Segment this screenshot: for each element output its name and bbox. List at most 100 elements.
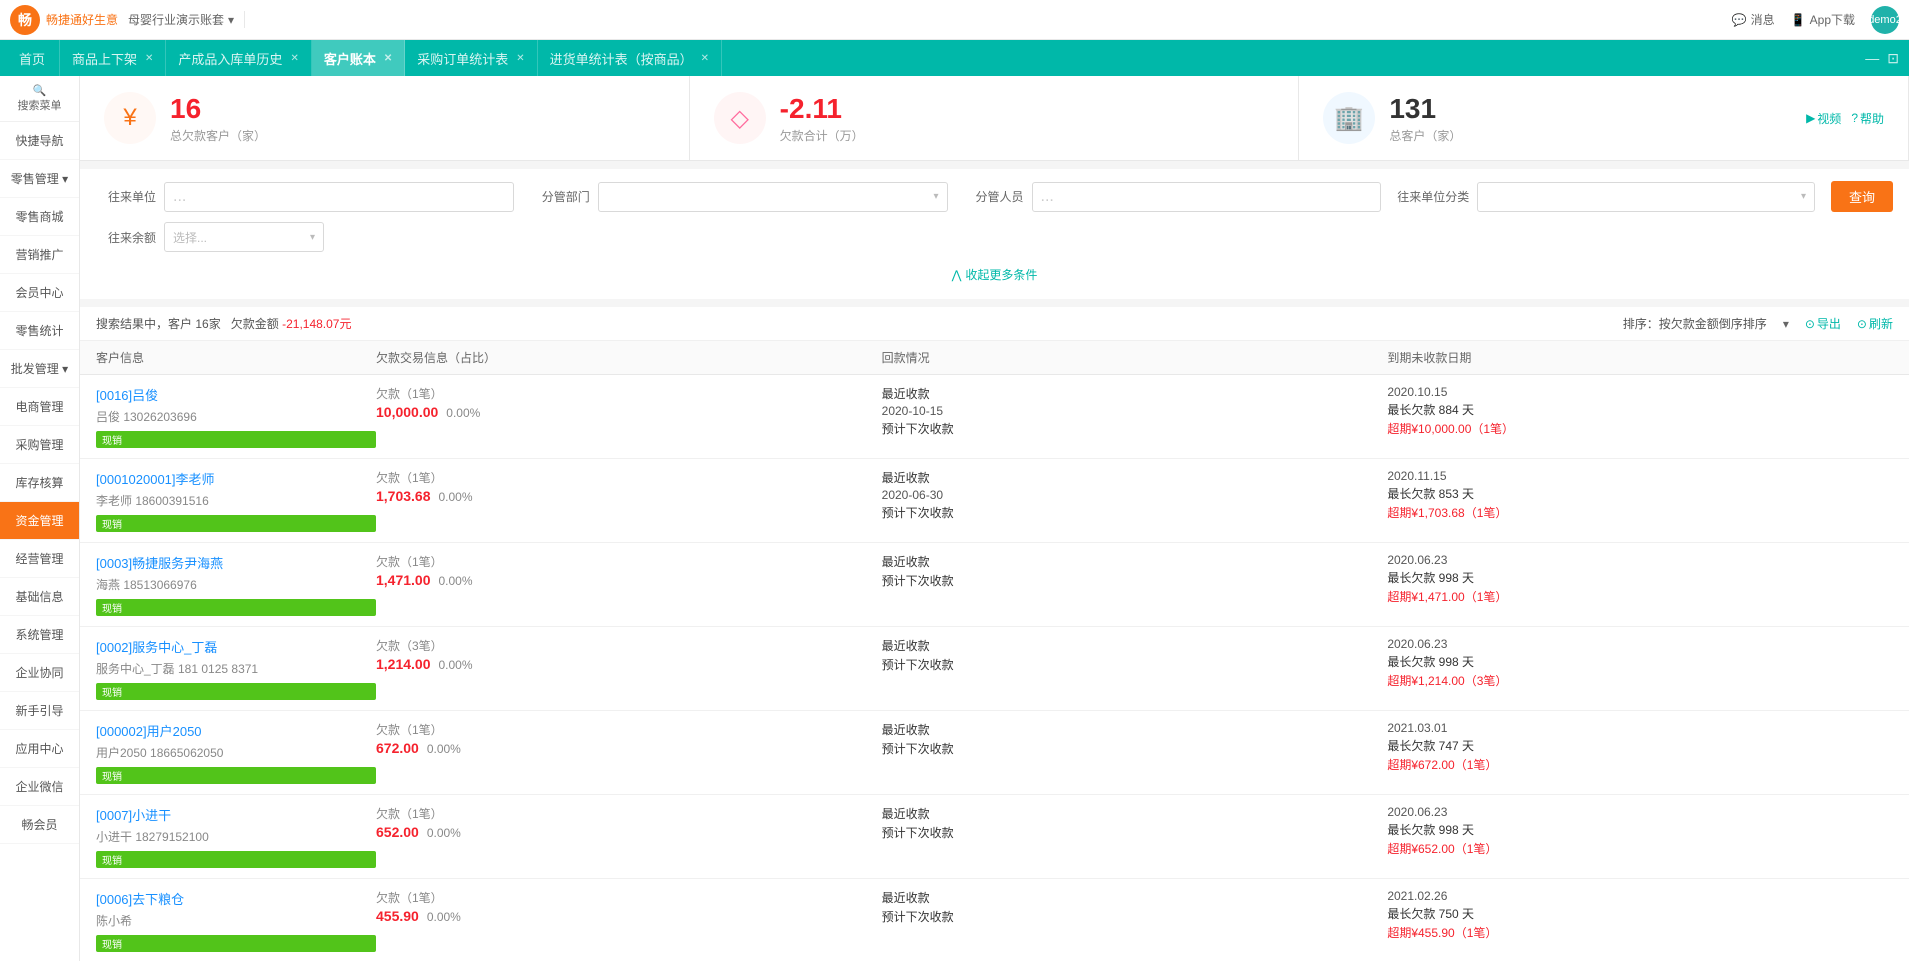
tab-produce-close-icon[interactable]: ✕ [290, 53, 298, 64]
due-cell-6: 2021.02.26 最长欠款 750 天 超期¥455.90（1笔） [1387, 889, 1893, 941]
sidebar-item-member[interactable]: 会员中心 [0, 274, 79, 312]
overdue-customers-label: 总欠款客户（家） [170, 127, 266, 144]
debt-amount-row-2: 1,471.00 0.00% [376, 572, 882, 588]
overdue-amount-4[interactable]: 超期¥672.00（1笔） [1387, 756, 1893, 773]
sidebar-item-retail-mgmt[interactable]: 零售管理 ▾ [0, 160, 79, 198]
overdue-amount-0[interactable]: 超期¥10,000.00（1笔） [1387, 420, 1893, 437]
customer-id-1[interactable]: [0001020001]李老师 [96, 469, 376, 488]
person-input[interactable]: ... [1032, 182, 1382, 212]
tab-home[interactable]: 首页 [5, 40, 60, 76]
logo-text: 畅 [18, 10, 32, 30]
next-label-3: 预计下次收款 [882, 656, 1388, 673]
customer-id-6[interactable]: [0006]去下粮仓 [96, 889, 376, 908]
tab-customer[interactable]: 客户账本 ✕ [312, 40, 405, 76]
customer-id-2[interactable]: [0003]畅捷服务尹海燕 [96, 553, 376, 572]
customer-id-4[interactable]: [000002]用户2050 [96, 721, 376, 740]
tab-customer-close-icon[interactable]: ✕ [384, 53, 392, 64]
customer-id-3[interactable]: [0002]服务中心_丁磊 [96, 637, 376, 656]
customer-cell-2: [0003]畅捷服务尹海燕 海燕 18513066976 现销 [96, 553, 376, 616]
customer-id-5[interactable]: [0007]小进干 [96, 805, 376, 824]
tab-customer-label: 客户账本 [324, 49, 376, 68]
overdue-amount-2[interactable]: 超期¥1,471.00（1笔） [1387, 588, 1893, 605]
sort-label: 排序：按欠款金额倒序排序 [1623, 315, 1767, 332]
tab-inbound-close-icon[interactable]: ✕ [701, 53, 709, 64]
sidebar-item-quick-nav[interactable]: 快捷导航 [0, 122, 79, 160]
remaining-input[interactable]: 选择... ▾ [164, 222, 324, 252]
search-button[interactable]: 查询 [1831, 181, 1893, 212]
unit-class-input[interactable]: ▾ [1477, 182, 1815, 212]
sidebar-item-basic-info[interactable]: 基础信息 [0, 578, 79, 616]
recent-label-5: 最近收款 [882, 805, 1388, 822]
sidebar-item-purchase[interactable]: 采购管理 [0, 426, 79, 464]
tab-produce[interactable]: 产成品入库单历史 ✕ [166, 40, 311, 76]
system-label: 系统管理 [15, 628, 63, 642]
sidebar-item-batch-mgmt[interactable]: 批发管理 ▾ [0, 350, 79, 388]
sidebar-item-capital[interactable]: 资金管理 [0, 502, 79, 540]
sidebar-item-wecom[interactable]: 企业微信 [0, 768, 79, 806]
overdue-amount-1[interactable]: 超期¥1,703.68（1笔） [1387, 504, 1893, 521]
stat-overdue-amount: ◇ -2.11 欠款合计（万） [690, 76, 1300, 160]
sidebar-item-inventory[interactable]: 库存核算 [0, 464, 79, 502]
overdue-amount-6[interactable]: 超期¥455.90（1笔） [1387, 924, 1893, 941]
overdue-amount-3[interactable]: 超期¥1,214.00（3笔） [1387, 672, 1893, 689]
debt-percent-0: 0.00% [446, 406, 480, 420]
stat-total-customers: 🏢 131 总客户（家） ▶ 视频 ? 帮助 [1299, 76, 1909, 160]
sidebar-item-operation[interactable]: 经营管理 [0, 540, 79, 578]
nav-collapse-icon[interactable]: — [1865, 50, 1879, 66]
video-btn[interactable]: ▶ 视频 [1806, 110, 1841, 127]
next-label-2: 预计下次收款 [882, 572, 1388, 589]
debt-cell-6: 欠款（1笔） 455.90 0.00% [376, 889, 882, 924]
recent-label-0: 最近收款 [882, 385, 1388, 402]
from-unit-input[interactable]: ... [164, 182, 514, 212]
nav-expand-icon[interactable]: ⊡ [1887, 50, 1899, 67]
customer-cell-0: [0016]吕俊 吕俊 13026203696 现销 [96, 385, 376, 448]
result-info: 搜索结果中，客户 16家 欠款金额 -21,148.07元 [96, 315, 351, 332]
debt-amount-row-4: 672.00 0.00% [376, 740, 882, 756]
debt-cell-4: 欠款（1笔） 672.00 0.00% [376, 721, 882, 756]
sidebar-item-marketing[interactable]: 营销推广 [0, 236, 79, 274]
store-selector[interactable]: 母婴行业演示账套 ▾ [118, 11, 245, 28]
table-row: [0001020001]李老师 李老师 18600391516 现销 欠款（1笔… [80, 459, 1909, 543]
debt-amount-3: 1,214.00 [376, 656, 431, 672]
tab-purchase[interactable]: 采购订单统计表 ✕ [405, 40, 537, 76]
overdue-days-1: 最长欠款 853 天 [1387, 485, 1893, 502]
result-amount-label: 欠款金额 [231, 317, 279, 331]
message-label: 消息 [1751, 11, 1775, 28]
app-download-button[interactable]: 📱 App下载 [1791, 11, 1855, 28]
customer-id-0[interactable]: [0016]吕俊 [96, 385, 376, 404]
debt-detail-5: 欠款（1笔） [376, 805, 882, 822]
sidebar-item-ecom[interactable]: 电商管理 [0, 388, 79, 426]
collapse-button[interactable]: ⋀ 收起更多条件 [96, 262, 1893, 287]
header-right: 💬 消息 📱 App下载 demo2 [1732, 6, 1899, 34]
overdue-amount-5[interactable]: 超期¥652.00（1笔） [1387, 840, 1893, 857]
tab-purchase-close-icon[interactable]: ✕ [516, 53, 524, 64]
overdue-days-3: 最长欠款 998 天 [1387, 653, 1893, 670]
sidebar-item-retail-stat[interactable]: 零售统计 [0, 312, 79, 350]
tab-produce-label: 产成品入库单历史 [178, 49, 282, 68]
dept-input[interactable]: ▾ [598, 182, 948, 212]
sidebar-item-system[interactable]: 系统管理 [0, 616, 79, 654]
message-button[interactable]: 💬 消息 [1732, 11, 1775, 28]
sidebar-item-newbie[interactable]: 新手引导 [0, 692, 79, 730]
export-button[interactable]: ⊙ 导出 [1805, 315, 1841, 332]
retail-stat-label: 零售统计 [15, 324, 63, 338]
sidebar-item-retail-mall[interactable]: 零售商城 [0, 198, 79, 236]
refresh-button[interactable]: ⊙ 刷新 [1857, 315, 1893, 332]
debt-detail-2: 欠款（1笔） [376, 553, 882, 570]
collection-cell-3: 最近收款 预计下次收款 [882, 637, 1388, 673]
sidebar-item-enterprise[interactable]: 企业协同 [0, 654, 79, 692]
sidebar-search[interactable]: 🔍 搜索菜单 [0, 76, 79, 122]
purchase-label: 采购管理 [15, 438, 63, 452]
collection-cell-0: 最近收款 2020-10-15 预计下次收款 [882, 385, 1388, 437]
sort-chevron-icon: ▾ [1783, 317, 1789, 331]
tab-goods[interactable]: 商品上下架 ✕ [60, 40, 166, 76]
sidebar-item-app-center[interactable]: 应用中心 [0, 730, 79, 768]
help-btn[interactable]: ? 帮助 [1851, 110, 1884, 127]
tab-inbound[interactable]: 进货单统计表（按商品） ✕ [538, 40, 722, 76]
user-menu-button[interactable]: demo2 [1871, 6, 1899, 34]
nav-tabs: 首页 商品上下架 ✕ 产成品入库单历史 ✕ 客户账本 ✕ 采购订单统计表 ✕ 进… [0, 40, 1909, 76]
sidebar-item-vip[interactable]: 畅会员 [0, 806, 79, 844]
video-label: 视频 [1817, 110, 1841, 127]
recent-label-4: 最近收款 [882, 721, 1388, 738]
tab-goods-close-icon[interactable]: ✕ [145, 53, 153, 64]
